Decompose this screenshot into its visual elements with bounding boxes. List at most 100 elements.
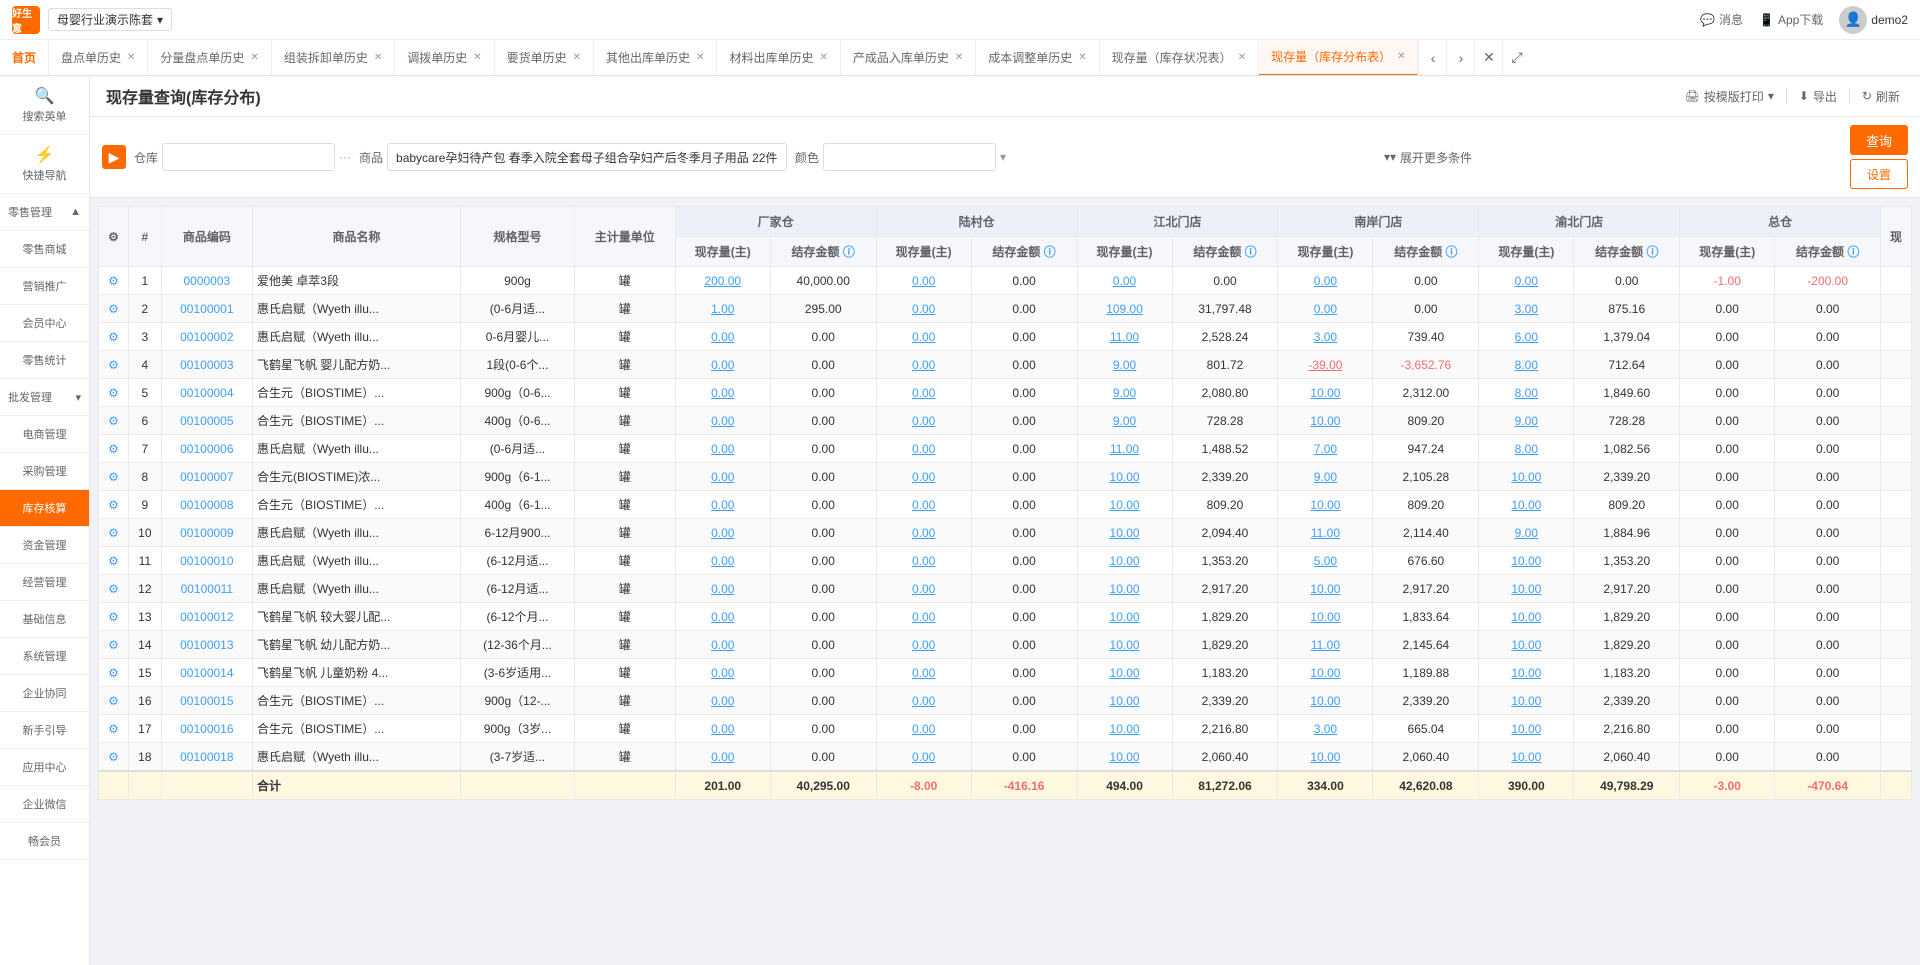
cell-settings[interactable]: ⚙: [99, 519, 129, 547]
close-icon[interactable]: ✕: [1238, 52, 1246, 63]
sidebar-item-purchase[interactable]: 采购管理: [0, 453, 89, 490]
table-row: ⚙ 14 00100013 飞鹤星飞帆 幼儿配方奶... (12-36个月...…: [99, 631, 1912, 659]
tab-transfer[interactable]: 调拨单历史 ✕: [395, 40, 494, 76]
tab-requisition[interactable]: 要货单历史 ✕: [495, 40, 594, 76]
cell-settings[interactable]: ⚙: [99, 687, 129, 715]
cell-settings[interactable]: ⚙: [99, 603, 129, 631]
cell-settings[interactable]: ⚙: [99, 547, 129, 575]
tab-branch-count[interactable]: 分量盘点单历史 ✕: [148, 40, 271, 76]
tab-inventory-count[interactable]: 盘点单历史 ✕: [49, 40, 148, 76]
cell-ns-stock: 11.00: [1278, 519, 1373, 547]
sidebar-item-basic[interactable]: 基础信息: [0, 601, 89, 638]
message-btn[interactable]: 💬 消息: [1700, 11, 1743, 28]
sidebar-item-shortcut[interactable]: ⚡ 快捷导航: [0, 135, 89, 194]
tab-cost-adjust[interactable]: 成本调整单历史 ✕: [976, 40, 1099, 76]
sidebar-item-member[interactable]: 会员中心: [0, 305, 89, 342]
tab-close-all-btn[interactable]: ✕: [1474, 40, 1502, 76]
cell-settings[interactable]: ⚙: [99, 379, 129, 407]
tab-stock-dist[interactable]: 现存量（库存分布表） ✕: [1259, 40, 1418, 76]
close-icon[interactable]: ✕: [250, 52, 258, 63]
cell-settings[interactable]: ⚙: [99, 575, 129, 603]
close-icon[interactable]: ✕: [1397, 51, 1405, 62]
tab-product-in[interactable]: 产成品入库单历史 ✕: [841, 40, 976, 76]
sidebar-item-wholesale[interactable]: 批发管理 ▾: [0, 379, 89, 416]
print-btn[interactable]: 🖨 按模版打印 ▾: [1681, 86, 1778, 107]
cell-lc-stock: 0.00: [876, 715, 971, 743]
sidebar-item-guide[interactable]: 新手引导: [0, 712, 89, 749]
cell-settings[interactable]: ⚙: [99, 267, 129, 295]
cell-settings[interactable]: ⚙: [99, 351, 129, 379]
cell-jb-stock: 10.00: [1077, 491, 1172, 519]
industry-select[interactable]: 母婴行业演示陈套 ▾: [48, 8, 172, 31]
close-icon[interactable]: ✕: [955, 52, 963, 63]
cell-name: 合生元（BIOSTIME）...: [252, 491, 460, 519]
sidebar-item-apps[interactable]: 应用中心: [0, 749, 89, 786]
tab-prev-btn[interactable]: ‹: [1418, 40, 1446, 76]
cell-jb-stock: 10.00: [1077, 463, 1172, 491]
close-icon[interactable]: ✕: [473, 52, 481, 63]
cell-jb-stock: 10.00: [1077, 715, 1172, 743]
sidebar-item-finance[interactable]: 资金管理: [0, 527, 89, 564]
sidebar-item-retail-store[interactable]: 零售商城: [0, 231, 89, 268]
refresh-btn[interactable]: ↻ 刷新: [1858, 86, 1904, 107]
query-btn[interactable]: 查询: [1850, 125, 1908, 155]
warehouse-input[interactable]: [162, 143, 335, 171]
sidebar-item-marketing[interactable]: 营销推广: [0, 268, 89, 305]
close-icon[interactable]: ✕: [819, 52, 827, 63]
close-icon[interactable]: ✕: [374, 52, 382, 63]
sidebar-item-members[interactable]: 畅会员: [0, 823, 89, 860]
close-icon[interactable]: ✕: [573, 52, 581, 63]
user-info[interactable]: 👤 demo2: [1839, 6, 1908, 34]
sidebar-item-corp-wechat[interactable]: 企业微信: [0, 786, 89, 823]
more-conditions-btn[interactable]: ▾▾ 展开更多条件: [1376, 145, 1480, 170]
sidebar-item-search[interactable]: 🔍 搜索英单: [0, 76, 89, 135]
tab-stock-status[interactable]: 现存量（库存状况表） ✕: [1100, 40, 1259, 76]
cell-fac-amt: 0.00: [770, 687, 876, 715]
app-download-btn[interactable]: 📱 App下载: [1759, 11, 1823, 28]
cell-jb-amt: 0.00: [1172, 267, 1278, 295]
industry-label: 母婴行业演示陈套: [57, 11, 153, 28]
tab-disassemble[interactable]: 组装拆卸单历史 ✕: [272, 40, 395, 76]
sidebar-item-inventory[interactable]: 库存核算: [0, 490, 89, 527]
close-icon[interactable]: ✕: [1078, 52, 1086, 63]
cell-settings[interactable]: ⚙: [99, 435, 129, 463]
filter-btn-group: 查询 设置: [1850, 125, 1908, 189]
table-container[interactable]: ⚙ # 商品编码 商品名称 规格型号 主计量单位 厂家仓 陆村仓 江北门店 南岸…: [90, 198, 1920, 965]
cell-settings[interactable]: ⚙: [99, 659, 129, 687]
cell-settings[interactable]: ⚙: [99, 491, 129, 519]
cell-yb-amt: 2,060.40: [1574, 743, 1680, 772]
th-settings[interactable]: ⚙: [99, 207, 129, 267]
goods-input[interactable]: [387, 143, 787, 171]
color-input[interactable]: [823, 143, 996, 171]
cell-settings[interactable]: ⚙: [99, 463, 129, 491]
sidebar-item-ops[interactable]: 经营管理: [0, 564, 89, 601]
export-btn[interactable]: ⬇ 导出: [1795, 86, 1841, 107]
close-icon[interactable]: ✕: [696, 52, 704, 63]
cell-settings[interactable]: ⚙: [99, 407, 129, 435]
tab-expand-btn[interactable]: ⤢: [1502, 40, 1530, 76]
settings-btn[interactable]: 设置: [1850, 159, 1908, 189]
cell-total-lc-amt: -416.16: [971, 771, 1077, 800]
filter-toggle-btn[interactable]: ▶: [102, 145, 126, 169]
th-jb-stock: 现存量(主): [1077, 237, 1172, 267]
tab-material-out[interactable]: 材料出库单历史 ✕: [717, 40, 840, 76]
cell-settings[interactable]: ⚙: [99, 743, 129, 772]
sidebar-item-system[interactable]: 系统管理: [0, 638, 89, 675]
tab-next-btn[interactable]: ›: [1446, 40, 1474, 76]
cell-settings[interactable]: ⚙: [99, 715, 129, 743]
sidebar-item-ecommerce[interactable]: 电商管理: [0, 416, 89, 453]
sidebar-item-retail-stats[interactable]: 零售统计: [0, 342, 89, 379]
sidebar-item-enterprise[interactable]: 企业协同: [0, 675, 89, 712]
tab-other-out[interactable]: 其他出库单历史 ✕: [594, 40, 717, 76]
close-icon[interactable]: ✕: [127, 52, 135, 63]
cell-settings[interactable]: ⚙: [99, 295, 129, 323]
cell-fac-stock: 0.00: [675, 743, 770, 772]
tab-home[interactable]: 首页: [0, 40, 49, 76]
cell-settings[interactable]: ⚙: [99, 323, 129, 351]
cell-total-stock: 0.00: [1680, 379, 1775, 407]
sidebar-item-retail-mgmt[interactable]: 零售管理 ▲: [0, 194, 89, 231]
cell-settings[interactable]: ⚙: [99, 631, 129, 659]
color-filter: 颜色 ▾: [795, 143, 1006, 171]
table-row: ⚙ 17 00100016 合生元（BIOSTIME）... 900g（3岁..…: [99, 715, 1912, 743]
cell-lc-stock: 0.00: [876, 743, 971, 772]
